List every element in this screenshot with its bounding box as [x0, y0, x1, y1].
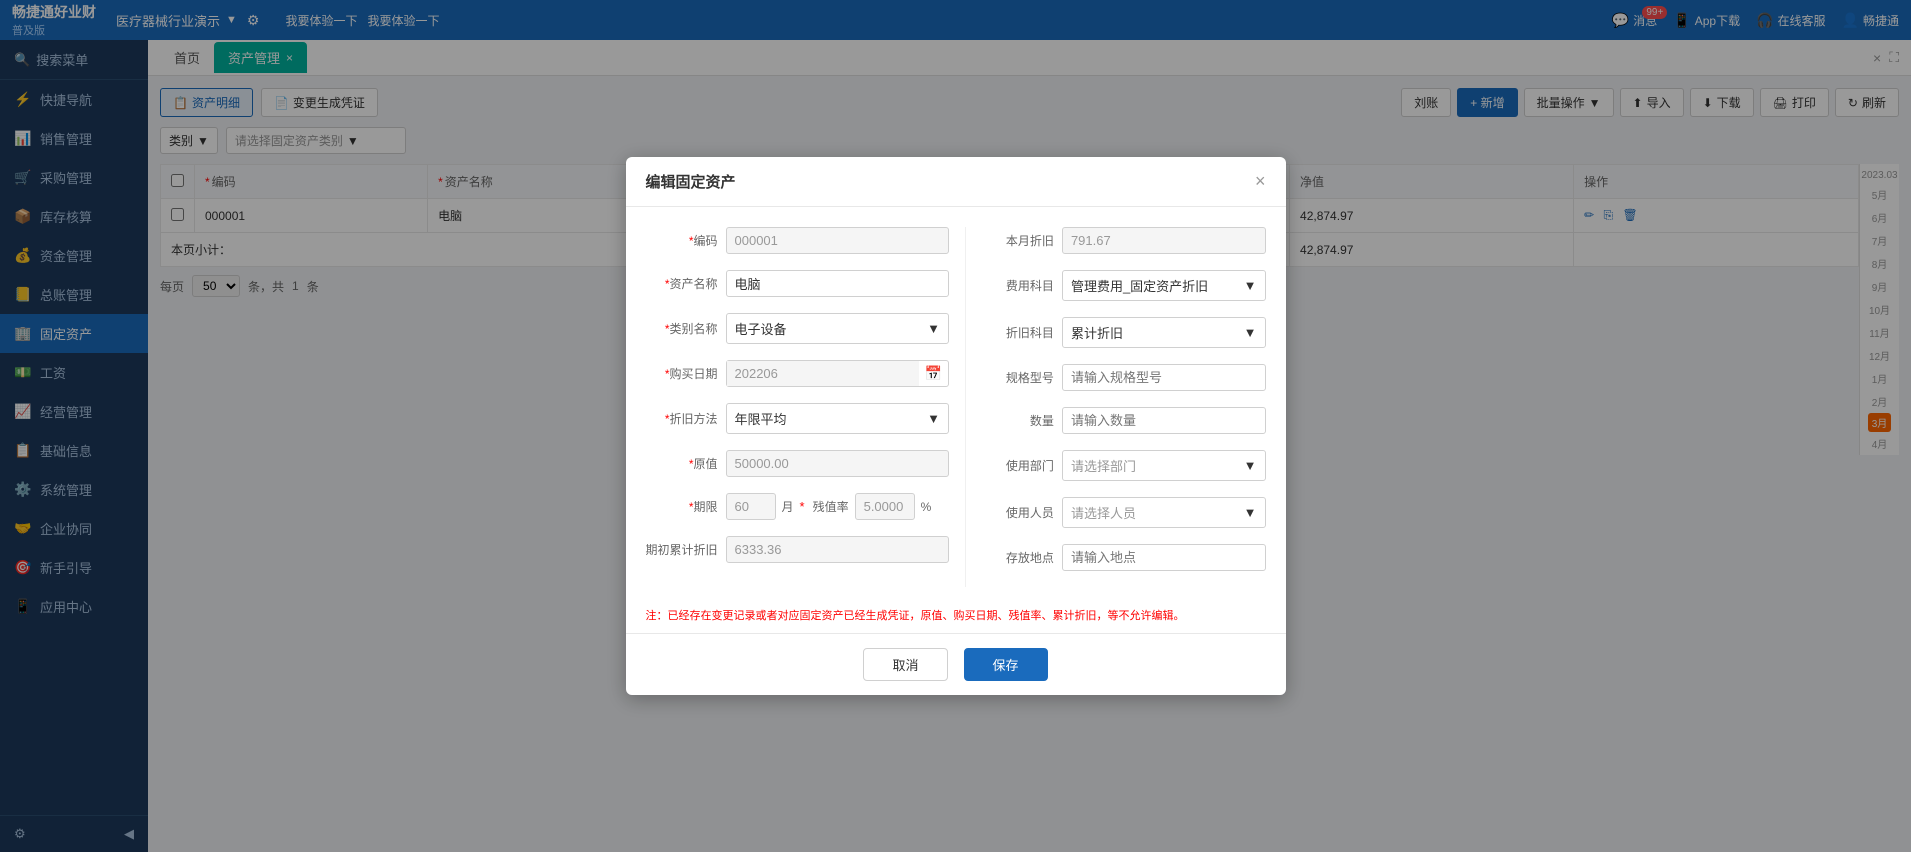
dep-account-label: 折旧科目	[982, 324, 1062, 341]
user-select[interactable]: 请选择人员 ▼	[1062, 497, 1266, 528]
edit-asset-modal: 编辑固定资产 × *编码 *资产名称	[626, 157, 1286, 695]
purchase-date-label: *购买日期	[646, 365, 726, 382]
quantity-label: 数量	[982, 412, 1062, 429]
spec-model-input[interactable]	[1062, 364, 1266, 391]
modal-close-btn[interactable]: ×	[1255, 171, 1266, 192]
location-input[interactable]	[1062, 544, 1266, 571]
period-label: *期限	[646, 498, 726, 515]
modal-note: 注：已经存在变更记录或者对应固定资产已经生成凭证，原值、购买日期、残值率、累计折…	[626, 607, 1286, 633]
category-select-arrow: ▼	[927, 321, 940, 336]
original-value-input[interactable]	[726, 450, 949, 477]
modal-right-column: 本月折旧 费用科目 管理费用_固定资产折旧 ▼	[966, 227, 1266, 587]
name-input[interactable]	[726, 270, 949, 297]
dep-method-select[interactable]: 年限平均 ▼	[726, 403, 949, 434]
calendar-icon[interactable]: 📅	[919, 365, 948, 382]
form-row-purchase-date: *购买日期 📅	[646, 360, 949, 387]
dept-select[interactable]: 请选择部门 ▼	[1062, 450, 1266, 481]
modal-body: *编码 *资产名称 *类别名称 电子设备	[626, 207, 1286, 607]
modal-title: 编辑固定资产	[646, 171, 736, 192]
expense-account-select[interactable]: 管理费用_固定资产折旧 ▼	[1062, 270, 1266, 301]
modal-header: 编辑固定资产 ×	[626, 157, 1286, 207]
location-label: 存放地点	[982, 549, 1062, 566]
modal-overlay: 编辑固定资产 × *编码 *资产名称	[0, 0, 1911, 852]
form-row-dep-account: 折旧科目 累计折旧 ▼	[982, 317, 1266, 348]
cancel-button[interactable]: 取消	[863, 648, 947, 681]
monthly-dep-input	[1062, 227, 1266, 254]
form-row-spec-model: 规格型号	[982, 364, 1266, 391]
purchase-date-input-wrapper: 📅	[726, 360, 949, 387]
code-input[interactable]	[726, 227, 949, 254]
user-arrow: ▼	[1244, 505, 1257, 520]
form-row-original-value: *原值	[646, 450, 949, 477]
code-label: *编码	[646, 232, 726, 249]
form-row-quantity: 数量	[982, 407, 1266, 434]
expense-account-label: 费用科目	[982, 277, 1062, 294]
category-label: *类别名称	[646, 320, 726, 337]
spec-model-label: 规格型号	[982, 369, 1062, 386]
dept-label: 使用部门	[982, 457, 1062, 474]
form-row-code: *编码	[646, 227, 949, 254]
dep-method-label: *折旧方法	[646, 410, 726, 427]
purchase-date-input[interactable]	[727, 361, 919, 386]
period-input[interactable]	[726, 493, 776, 520]
save-button[interactable]: 保存	[964, 648, 1048, 681]
form-row-monthly-dep: 本月折旧	[982, 227, 1266, 254]
original-value-label: *原值	[646, 455, 726, 472]
expense-account-arrow: ▼	[1244, 278, 1257, 293]
modal-left-column: *编码 *资产名称 *类别名称 电子设备	[646, 227, 966, 587]
form-row-initial-dep: 期初累计折旧	[646, 536, 949, 563]
form-row-dept: 使用部门 请选择部门 ▼	[982, 450, 1266, 481]
monthly-dep-label: 本月折旧	[982, 232, 1062, 249]
form-row-category: *类别名称 电子设备 ▼	[646, 313, 949, 344]
form-row-user: 使用人员 请选择人员 ▼	[982, 497, 1266, 528]
residual-rate-unit: %	[921, 500, 932, 514]
dep-account-select[interactable]: 累计折旧 ▼	[1062, 317, 1266, 348]
residual-star: *	[800, 499, 805, 514]
user-label: 使用人员	[982, 504, 1062, 521]
dept-arrow: ▼	[1244, 458, 1257, 473]
residual-rate-input[interactable]	[855, 493, 915, 520]
category-select[interactable]: 电子设备 ▼	[726, 313, 949, 344]
form-row-name: *资产名称	[646, 270, 949, 297]
quantity-input[interactable]	[1062, 407, 1266, 434]
period-unit: 月	[782, 498, 794, 515]
initial-dep-input[interactable]	[726, 536, 949, 563]
form-row-period: *期限 月 * 残值率 %	[646, 493, 949, 520]
form-row-expense-account: 费用科目 管理费用_固定资产折旧 ▼	[982, 270, 1266, 301]
form-row-location: 存放地点	[982, 544, 1266, 571]
form-row-dep-method: *折旧方法 年限平均 ▼	[646, 403, 949, 434]
modal-footer: 取消 保存	[626, 633, 1286, 695]
residual-rate-label: 残值率	[813, 498, 849, 515]
dep-method-arrow: ▼	[927, 411, 940, 426]
name-label: *资产名称	[646, 275, 726, 292]
dep-account-arrow: ▼	[1244, 325, 1257, 340]
initial-dep-label: 期初累计折旧	[646, 541, 726, 558]
period-residual-group: 月 * 残值率 %	[726, 493, 932, 520]
